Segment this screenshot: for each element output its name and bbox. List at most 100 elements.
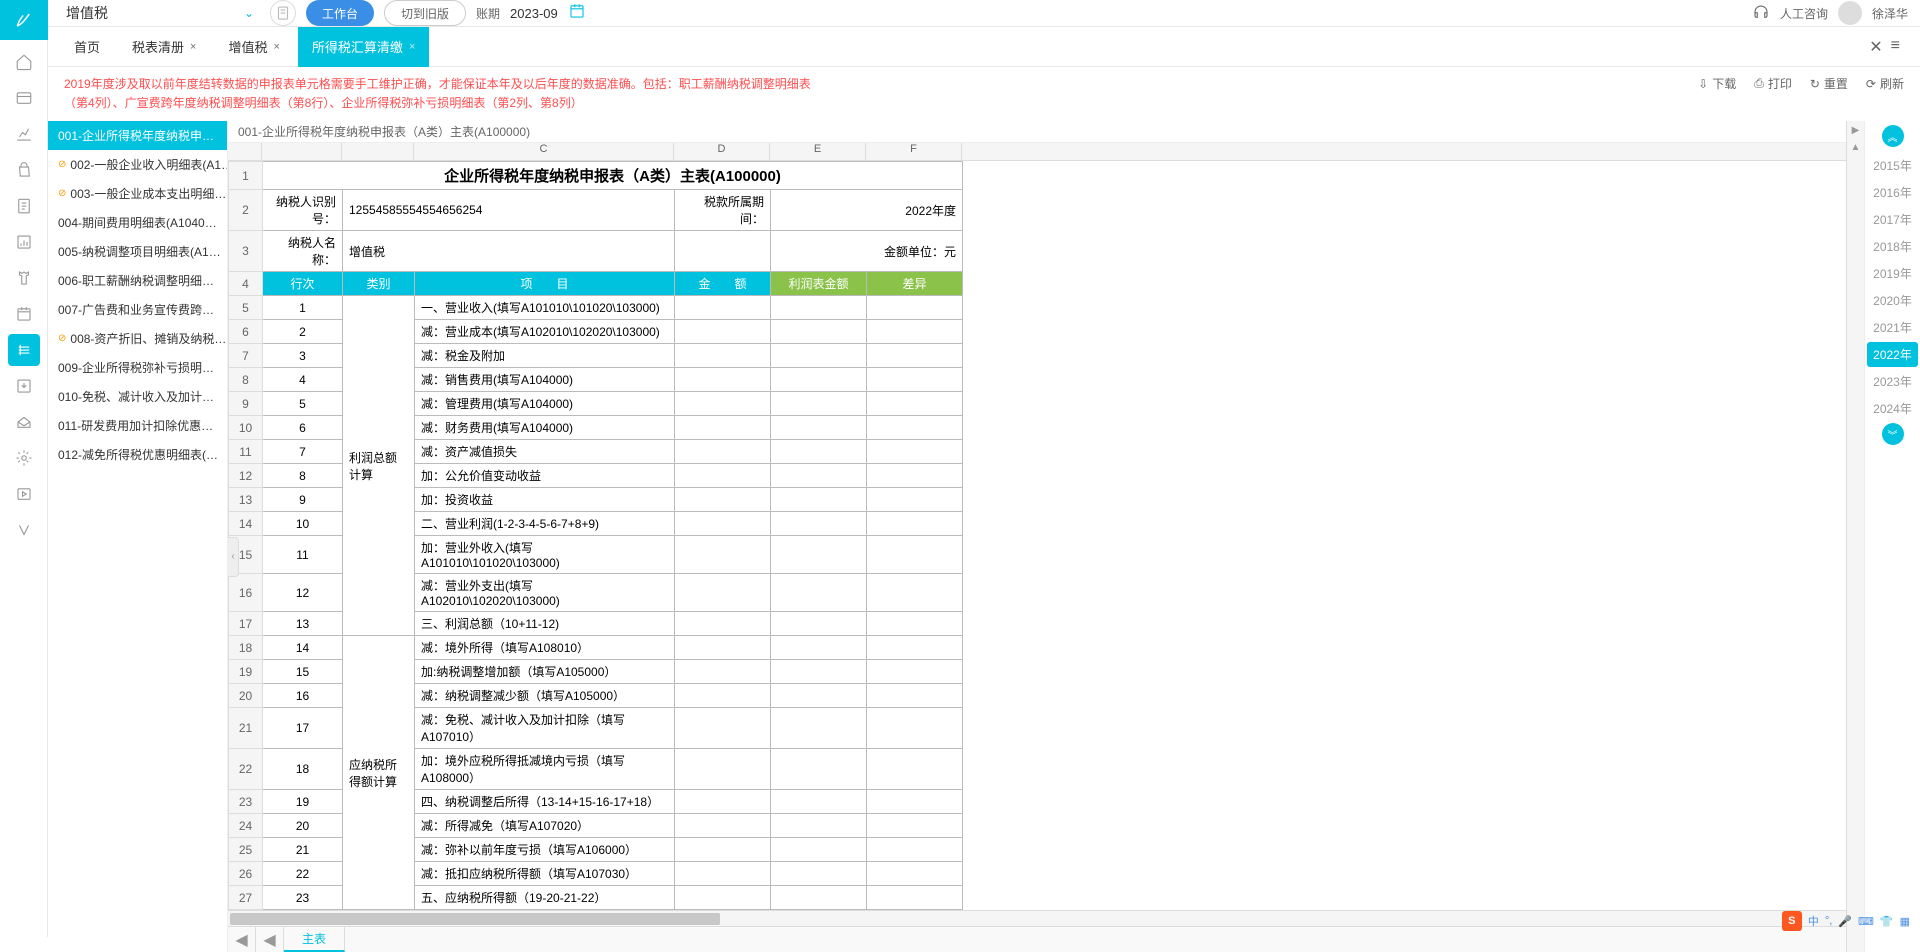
sheet-table[interactable]: 1企业所得税年度纳税申报表（A类）主表(A100000) 2纳税人识别号：125…: [228, 161, 963, 910]
value-cell[interactable]: [867, 838, 963, 862]
close-icon[interactable]: ×: [409, 41, 415, 53]
value-cell[interactable]: [867, 612, 963, 636]
value-cell[interactable]: [675, 862, 771, 886]
chevron-right-icon[interactable]: ▶: [1852, 125, 1860, 136]
sheet-first-icon[interactable]: ◀: [256, 927, 284, 952]
nav-shirt-icon[interactable]: [8, 262, 40, 294]
tab-menu-icon[interactable]: ≡: [1891, 37, 1900, 57]
value-cell[interactable]: [771, 814, 867, 838]
value-cell[interactable]: [675, 368, 771, 392]
period-value[interactable]: 2023-09: [510, 6, 558, 21]
tab-首页[interactable]: 首页: [60, 27, 114, 67]
value-cell[interactable]: [867, 368, 963, 392]
value-cell[interactable]: [675, 440, 771, 464]
nav-v-icon[interactable]: [8, 514, 40, 546]
calendar-icon[interactable]: [568, 2, 586, 25]
reset-button[interactable]: ↻ 重置: [1810, 75, 1848, 92]
value-cell[interactable]: [771, 320, 867, 344]
nav-tax-icon[interactable]: [8, 334, 40, 366]
close-icon[interactable]: ×: [273, 41, 279, 53]
value-cell[interactable]: [771, 838, 867, 862]
value-cell[interactable]: [771, 440, 867, 464]
value-cell[interactable]: [675, 886, 771, 910]
value-cell[interactable]: [771, 512, 867, 536]
form-list-item[interactable]: 007-广告费和业务宣传费跨…: [48, 295, 227, 324]
value-cell[interactable]: [675, 612, 771, 636]
form-list-item[interactable]: 001-企业所得税年度纳税申…: [48, 121, 227, 150]
download-button[interactable]: ⇩ 下载: [1698, 75, 1736, 92]
tab-增值税[interactable]: 增值税×: [214, 27, 293, 67]
value-cell[interactable]: [675, 814, 771, 838]
value-cell[interactable]: [867, 512, 963, 536]
value-cell[interactable]: [771, 749, 867, 790]
tab-所得税汇算清缴[interactable]: 所得税汇算清缴×: [298, 27, 429, 67]
ime-keyboard-icon[interactable]: ⌨: [1858, 915, 1874, 928]
value-cell[interactable]: [867, 814, 963, 838]
value-cell[interactable]: [867, 416, 963, 440]
nav-calendar-icon[interactable]: [8, 298, 40, 330]
value-cell[interactable]: [771, 488, 867, 512]
value-cell[interactable]: [675, 392, 771, 416]
value-cell[interactable]: [675, 512, 771, 536]
form-list-item[interactable]: 011-研发费用加计扣除优惠…: [48, 411, 227, 440]
year-scroll-down-icon[interactable]: ︾: [1882, 423, 1904, 445]
value-cell[interactable]: [771, 392, 867, 416]
value-cell[interactable]: [771, 660, 867, 684]
close-tab-icon[interactable]: ✕: [1869, 37, 1882, 57]
print-button[interactable]: ⎙ 打印: [1754, 75, 1792, 92]
value-cell[interactable]: [771, 790, 867, 814]
sheet-prev-icon[interactable]: ◀: [228, 927, 256, 952]
value-cell[interactable]: [867, 749, 963, 790]
value-cell[interactable]: [675, 488, 771, 512]
value-cell[interactable]: [867, 574, 963, 612]
value-cell[interactable]: [771, 708, 867, 749]
value-cell[interactable]: [867, 296, 963, 320]
year-option[interactable]: 2017年: [1873, 207, 1912, 232]
nav-settings-icon[interactable]: [8, 442, 40, 474]
value-cell[interactable]: [771, 368, 867, 392]
value-cell[interactable]: [771, 536, 867, 574]
ime-skin-icon[interactable]: 👕: [1880, 915, 1894, 928]
value-cell[interactable]: [675, 536, 771, 574]
value-cell[interactable]: [867, 464, 963, 488]
value-cell[interactable]: [675, 416, 771, 440]
value-cell[interactable]: [867, 440, 963, 464]
year-option[interactable]: 2016年: [1873, 180, 1912, 205]
value-cell[interactable]: [867, 392, 963, 416]
form-list-item[interactable]: 004-期间费用明细表(A1040…: [48, 208, 227, 237]
tab-税表清册[interactable]: 税表清册×: [118, 27, 210, 67]
round-icon-button[interactable]: [270, 0, 296, 26]
ime-punct-icon[interactable]: °,: [1825, 915, 1832, 927]
year-option[interactable]: 2018年: [1873, 234, 1912, 259]
year-option[interactable]: 2023年: [1873, 369, 1912, 394]
value-cell[interactable]: [675, 708, 771, 749]
year-option[interactable]: 2022年: [1867, 342, 1918, 367]
switch-old-button[interactable]: 切到旧版: [384, 0, 466, 26]
form-list-item[interactable]: 010-免税、减计收入及加计…: [48, 382, 227, 411]
ime-lang[interactable]: 中: [1808, 913, 1819, 929]
value-cell[interactable]: [675, 636, 771, 660]
value-cell[interactable]: [867, 636, 963, 660]
value-cell[interactable]: [771, 296, 867, 320]
year-option[interactable]: 2020年: [1873, 288, 1912, 313]
value-cell[interactable]: [771, 464, 867, 488]
value-cell[interactable]: [675, 660, 771, 684]
nav-bag-icon[interactable]: [8, 154, 40, 186]
value-cell[interactable]: [867, 344, 963, 368]
nav-chart-icon[interactable]: [8, 118, 40, 150]
value-cell[interactable]: [675, 320, 771, 344]
value-cell[interactable]: [771, 862, 867, 886]
form-list-item[interactable]: ⊘002-一般企业收入明细表(A1…: [48, 150, 227, 179]
horizontal-scrollbar[interactable]: [228, 910, 1846, 926]
value-cell[interactable]: [867, 488, 963, 512]
sheet-tab-main[interactable]: 主表: [284, 927, 345, 952]
form-list-item[interactable]: ⊘008-资产折旧、摊销及纳税…: [48, 324, 227, 353]
nav-card-icon[interactable]: [8, 82, 40, 114]
value-cell[interactable]: [867, 790, 963, 814]
value-cell[interactable]: [771, 344, 867, 368]
value-cell[interactable]: [771, 416, 867, 440]
value-cell[interactable]: [675, 790, 771, 814]
nav-download-icon[interactable]: [8, 370, 40, 402]
form-list-item[interactable]: 005-纳税调整项目明细表(A1…: [48, 237, 227, 266]
value-cell[interactable]: [675, 344, 771, 368]
